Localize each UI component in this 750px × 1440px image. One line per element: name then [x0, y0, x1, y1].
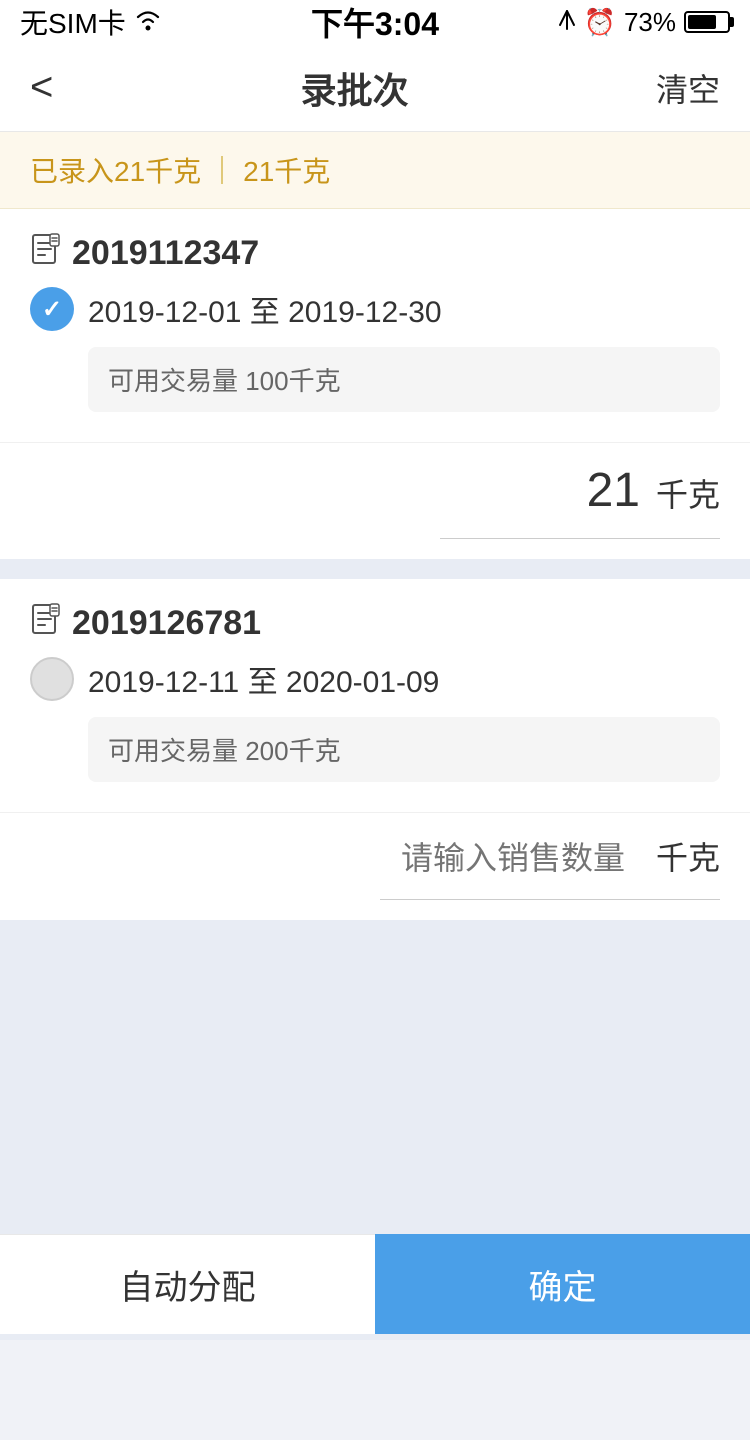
item2-unit: 千克: [656, 833, 720, 879]
status-right: ⏰ 73%: [558, 7, 730, 38]
item2-input-row: 千克: [0, 812, 750, 899]
back-button[interactable]: <: [30, 65, 53, 110]
item1-amount-unit: 千克: [656, 470, 720, 516]
item2-input-area: 千克: [0, 812, 750, 920]
confirm-button[interactable]: 确定: [375, 1234, 750, 1334]
status-bar: 无SIM卡 下午3:04 ⏰ 73%: [0, 0, 750, 44]
batch-item-2: 2019126781 2019-12-11 至 2020-01-09 可用交易量…: [0, 579, 750, 812]
item1-id: 2019112347: [72, 234, 259, 273]
bottom-bar: 自动分配 确定: [0, 1234, 750, 1334]
location-icon: [558, 7, 576, 38]
item1-quantity-box: 可用交易量 100千克: [88, 347, 720, 412]
item1-date-row[interactable]: ✓ 2019-12-01 至 2019-12-30: [30, 287, 720, 331]
carrier-label: 无SIM卡: [20, 2, 126, 42]
item1-amount-number: 21: [587, 463, 640, 518]
item2-radio[interactable]: [30, 657, 74, 701]
item1-amount-area: 21 千克: [0, 442, 750, 559]
nav-bar: < 录批次 清空: [0, 44, 750, 132]
wifi-icon: [134, 6, 162, 38]
item1-date: 2019-12-01 至 2019-12-30: [88, 287, 442, 331]
item1-amount-row: 21 千克: [0, 442, 750, 538]
status-time: 下午3:04: [311, 0, 439, 45]
item2-date: 2019-12-11 至 2020-01-09: [88, 657, 439, 701]
item2-header: 2019126781: [30, 603, 720, 643]
item2-quantity-box: 可用交易量 200千克: [88, 717, 720, 782]
battery-icon: [684, 11, 730, 33]
alarm-icon: ⏰: [584, 7, 616, 38]
item1-radio[interactable]: ✓: [30, 287, 74, 331]
item1-header: 2019112347: [30, 233, 720, 273]
page-title: 录批次: [301, 62, 409, 114]
item2-id: 2019126781: [72, 604, 261, 643]
clear-button[interactable]: 清空: [656, 65, 720, 111]
batch-item-1: 2019112347 ✓ 2019-12-01 至 2019-12-30 可用交…: [0, 209, 750, 442]
auto-distribute-button[interactable]: 自动分配: [0, 1234, 375, 1334]
quantity-input[interactable]: [240, 840, 640, 877]
item1-icon: [30, 233, 62, 273]
item2-icon: [30, 603, 62, 643]
info-banner: 已录入21千克 21千克: [0, 132, 750, 209]
section-separator: [0, 559, 750, 579]
recorded-amount-value: 21千克: [243, 150, 330, 190]
recorded-amount-label: 已录入21千克: [30, 150, 201, 190]
status-left: 无SIM卡: [20, 2, 162, 42]
item2-date-row[interactable]: 2019-12-11 至 2020-01-09: [30, 657, 720, 701]
check-icon: ✓: [42, 295, 62, 324]
battery-label: 73%: [624, 7, 676, 38]
item1-quantity: 可用交易量 100千克: [108, 366, 341, 396]
info-divider: [221, 156, 223, 184]
item2-quantity: 可用交易量 200千克: [108, 736, 341, 766]
